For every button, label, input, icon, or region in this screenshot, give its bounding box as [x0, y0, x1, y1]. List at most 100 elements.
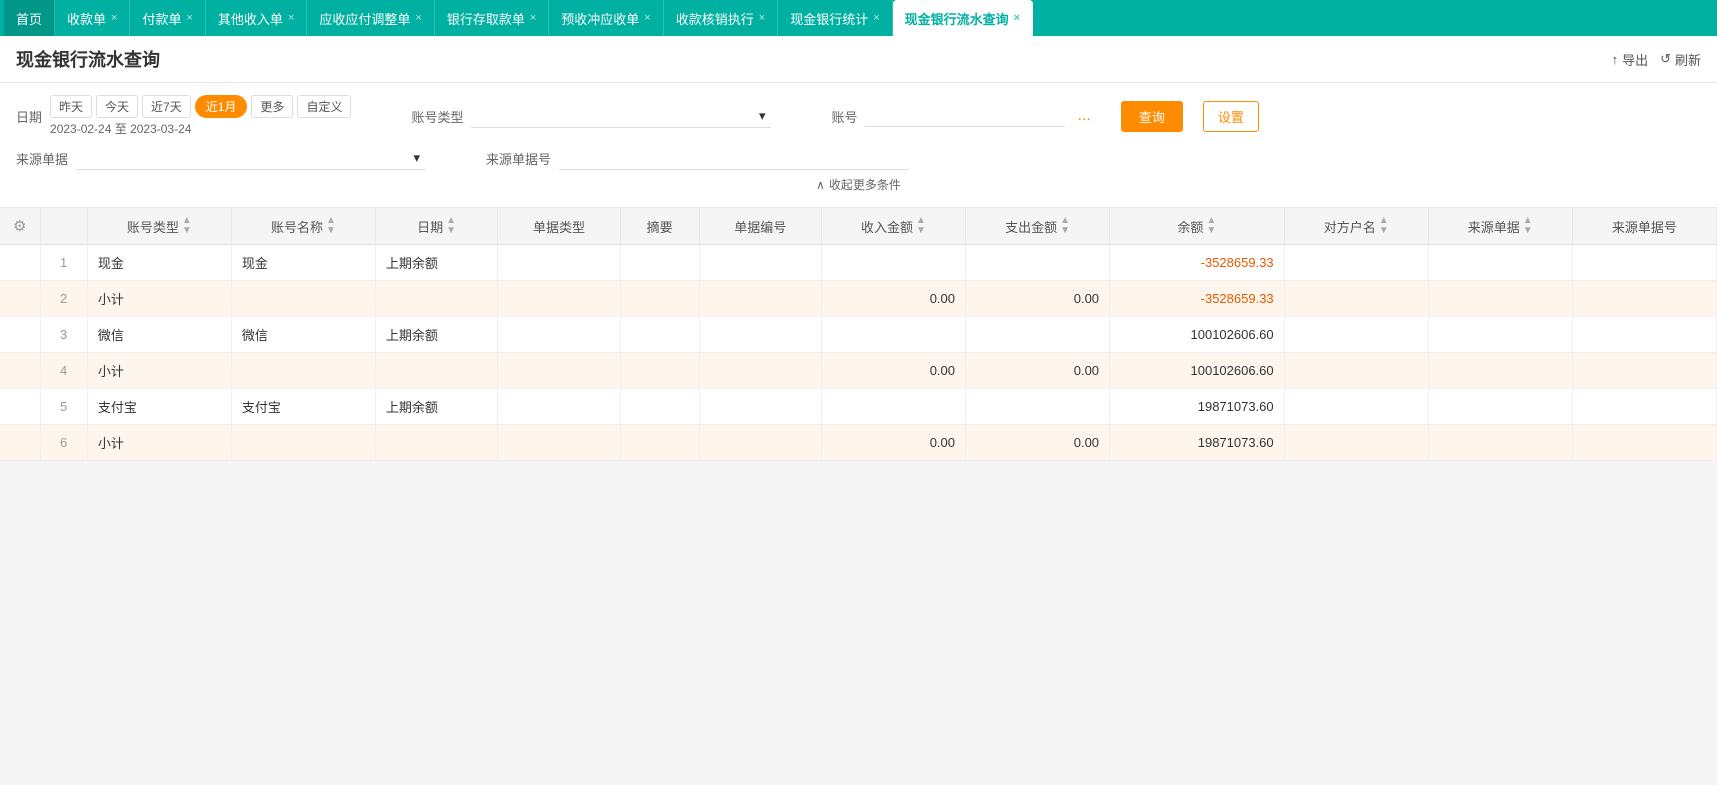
- date-btn-7days[interactable]: 近7天: [142, 95, 191, 118]
- nav-home-label: 首页: [16, 9, 42, 28]
- cell-counterpart: [1284, 281, 1428, 317]
- refresh-button[interactable]: ↺ 刷新: [1660, 50, 1701, 69]
- sort-date-icon: ▲▼: [446, 216, 456, 236]
- cell-balance: 19871073.60: [1110, 425, 1285, 461]
- data-table: ⚙ 账号类型 ▲▼ 账号名称 ▲▼ 日期: [0, 208, 1717, 461]
- date-filter-label: 日期: [16, 107, 42, 126]
- nav-item-cash-stat[interactable]: 现金银行统计 ×: [778, 0, 892, 36]
- col-counterpart[interactable]: 对方户名 ▲▼: [1284, 208, 1428, 245]
- account-type-select[interactable]: ▾: [471, 105, 771, 128]
- date-options: 昨天 今天 近7天 近1月 更多 自定义: [50, 95, 351, 118]
- cell-num: 2: [40, 281, 87, 317]
- account-type-chevron-icon: ▾: [759, 108, 766, 124]
- nav-close-cash-flow[interactable]: ×: [1014, 12, 1020, 24]
- dots-button[interactable]: ...: [1077, 107, 1090, 125]
- cell-account-type: 微信: [87, 317, 231, 353]
- cell-balance: -3528659.33: [1110, 245, 1285, 281]
- cell-num: 3: [40, 317, 87, 353]
- nav-item-payment[interactable]: 付款单 ×: [130, 0, 205, 36]
- nav-item-home[interactable]: 首页: [4, 0, 55, 36]
- refresh-label: 刷新: [1675, 50, 1701, 69]
- col-date[interactable]: 日期 ▲▼: [375, 208, 497, 245]
- export-button[interactable]: ↑ 导出: [1612, 50, 1649, 69]
- cell-summary: [620, 245, 699, 281]
- sort-counterpart-icon: ▲▼: [1379, 216, 1389, 236]
- col-doc-no: 单据编号: [699, 208, 821, 245]
- col-expense[interactable]: 支出金额 ▲▼: [966, 208, 1110, 245]
- col-account-type[interactable]: 账号类型 ▲▼: [87, 208, 231, 245]
- nav-item-cash-flow[interactable]: 现金银行流水查询 ×: [893, 0, 1033, 36]
- cell-source-doc-no: [1572, 389, 1716, 425]
- col-balance[interactable]: 余额 ▲▼: [1110, 208, 1285, 245]
- sort-account-name-icon: ▲▼: [326, 216, 336, 236]
- nav-close-cash-stat[interactable]: ×: [873, 12, 879, 24]
- nav-close-bank-deposit[interactable]: ×: [530, 12, 536, 24]
- nav-close-collect-exec[interactable]: ×: [759, 12, 765, 24]
- table-row[interactable]: 5 支付宝 支付宝 上期余额 19871073.60: [0, 389, 1717, 425]
- table-row[interactable]: 2 小计 0.00 0.00 -3528659.33: [0, 281, 1717, 317]
- date-btn-1month[interactable]: 近1月: [195, 95, 248, 118]
- page-header: 现金银行流水查询 ↑ 导出 ↺ 刷新: [0, 36, 1717, 83]
- export-icon: ↑: [1612, 52, 1619, 67]
- cell-summary: [620, 353, 699, 389]
- col-income[interactable]: 收入金额 ▲▼: [821, 208, 965, 245]
- table-container: ⚙ 账号类型 ▲▼ 账号名称 ▲▼ 日期: [0, 208, 1717, 461]
- cell-source-doc-no: [1572, 281, 1716, 317]
- source-doc-no-input[interactable]: [559, 148, 909, 170]
- cell-date: 上期余额: [375, 317, 497, 353]
- cell-doc-type: [498, 353, 620, 389]
- nav-close-payment[interactable]: ×: [186, 12, 192, 24]
- nav-prepay-label: 预收冲应收单: [561, 9, 639, 28]
- date-btn-today[interactable]: 今天: [96, 95, 138, 118]
- nav-other-income-label: 其他收入单: [218, 9, 283, 28]
- cell-balance: 100102606.60: [1110, 353, 1285, 389]
- table-row[interactable]: 6 小计 0.00 0.00 19871073.60: [0, 425, 1717, 461]
- cell-expense: [966, 389, 1110, 425]
- col-account-name[interactable]: 账号名称 ▲▼: [231, 208, 375, 245]
- nav-close-ap-adjust[interactable]: ×: [415, 12, 421, 24]
- nav-bank-deposit-label: 银行存取款单: [447, 9, 525, 28]
- cell-source-doc-no: [1572, 353, 1716, 389]
- collapse-up-icon: ∧: [816, 178, 825, 192]
- settings-button[interactable]: 设置: [1203, 101, 1259, 132]
- cell-counterpart: [1284, 389, 1428, 425]
- cell-source-doc-no: [1572, 425, 1716, 461]
- cell-doc-type: [498, 317, 620, 353]
- cell-gear: [0, 245, 40, 281]
- top-nav: 首页 收款单 × 付款单 × 其他收入单 × 应收应付调整单 × 银行存取款单 …: [0, 0, 1717, 36]
- sort-source-doc-icon: ▲▼: [1523, 216, 1533, 236]
- cell-income: 0.00: [821, 353, 965, 389]
- nav-close-receipt[interactable]: ×: [111, 12, 117, 24]
- account-input[interactable]: [865, 105, 1065, 127]
- date-btn-yesterday[interactable]: 昨天: [50, 95, 92, 118]
- cell-counterpart: [1284, 317, 1428, 353]
- nav-item-collect-exec[interactable]: 收款核销执行 ×: [664, 0, 778, 36]
- nav-item-receipt[interactable]: 收款单 ×: [55, 0, 130, 36]
- cell-account-name: [231, 353, 375, 389]
- query-button[interactable]: 查询: [1121, 101, 1183, 132]
- cell-source-doc: [1428, 389, 1572, 425]
- nav-item-prepay[interactable]: 预收冲应收单 ×: [549, 0, 663, 36]
- cell-income: 0.00: [821, 425, 965, 461]
- cell-num: 6: [40, 425, 87, 461]
- cell-doc-type: [498, 245, 620, 281]
- collapse-bar[interactable]: ∧ 收起更多条件: [16, 170, 1701, 195]
- date-btn-custom[interactable]: 自定义: [297, 95, 351, 118]
- col-gear[interactable]: ⚙: [0, 208, 40, 245]
- nav-item-bank-deposit[interactable]: 银行存取款单 ×: [435, 0, 549, 36]
- table-row[interactable]: 3 微信 微信 上期余额 100102606.60: [0, 317, 1717, 353]
- nav-close-prepay[interactable]: ×: [644, 12, 650, 24]
- cell-source-doc-no: [1572, 245, 1716, 281]
- nav-close-other-income[interactable]: ×: [288, 12, 294, 24]
- table-row[interactable]: 4 小计 0.00 0.00 100102606.60: [0, 353, 1717, 389]
- nav-item-other-income[interactable]: 其他收入单 ×: [206, 0, 307, 36]
- date-btn-more[interactable]: 更多: [251, 95, 293, 118]
- nav-item-ap-adjust[interactable]: 应收应付调整单 ×: [307, 0, 434, 36]
- date-filter-wrap: 昨天 今天 近7天 近1月 更多 自定义 2023-02-24 至 2023-0…: [50, 95, 351, 137]
- source-doc-select[interactable]: ▾: [76, 147, 426, 170]
- nav-cash-flow-label: 现金银行流水查询: [905, 9, 1009, 28]
- col-source-doc[interactable]: 来源单据 ▲▼: [1428, 208, 1572, 245]
- cell-summary: [620, 425, 699, 461]
- cell-counterpart: [1284, 245, 1428, 281]
- table-row[interactable]: 1 现金 现金 上期余额 -3528659.33: [0, 245, 1717, 281]
